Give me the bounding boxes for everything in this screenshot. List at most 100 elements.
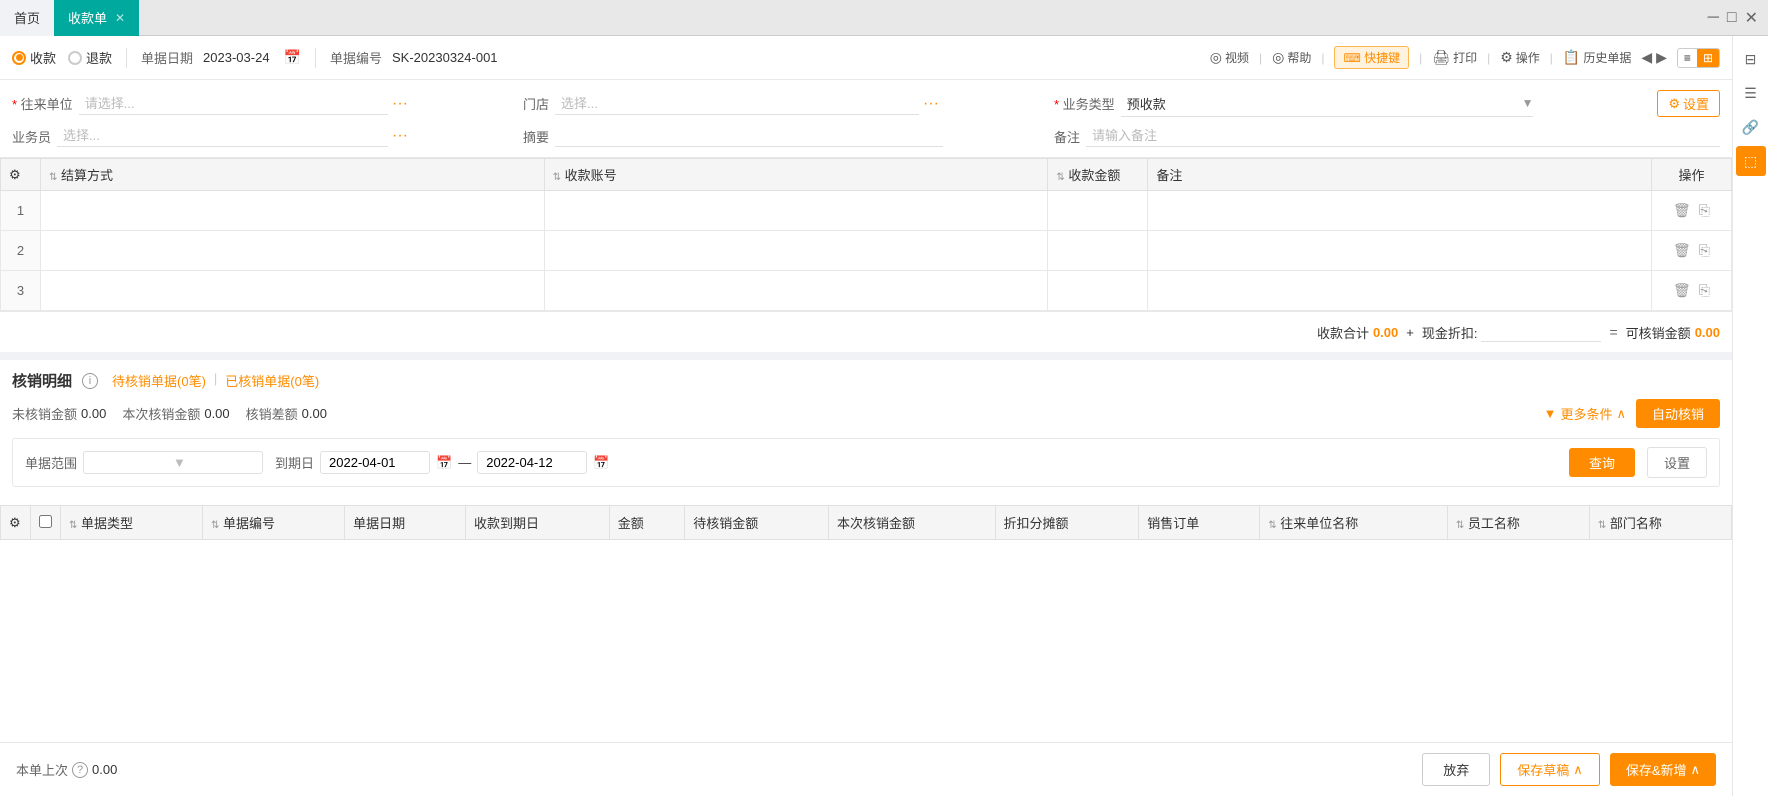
minimize-icon[interactable]: ─ <box>1708 9 1719 27</box>
scope-select[interactable]: ▼ <box>83 451 263 474</box>
auto-verify-btn[interactable]: 自动核销 <box>1636 399 1720 428</box>
nav-arrows: ◀ ▶ <box>1641 49 1667 66</box>
history-btn[interactable]: 📋 历史单据 <box>1563 49 1631 66</box>
help-btn[interactable]: ◎ 帮助 <box>1272 49 1311 66</box>
salesperson-input[interactable] <box>57 125 388 147</box>
filter-settings-btn[interactable]: 设置 <box>1647 447 1707 478</box>
calendar-icon[interactable]: 📅 <box>284 49 301 66</box>
date-from-input[interactable] <box>320 451 430 474</box>
tab-close-icon[interactable]: ✕ <box>115 11 125 25</box>
row-3-action: 🗑 ⎘ <box>1652 271 1732 311</box>
draft-btn[interactable]: 保存草稿 ∧ <box>1500 753 1600 786</box>
row-2-remark[interactable] <box>1148 231 1652 271</box>
settings-button[interactable]: ⚙ 设置 <box>1657 90 1720 117</box>
col-account-no: ⇅ 收款账号 <box>544 159 1048 191</box>
bill-no-label: 单据编号 <box>330 48 382 67</box>
row-2-delete-icon[interactable]: 🗑 <box>1673 242 1691 259</box>
business-type-select[interactable]: 预收款 ▼ <box>1121 91 1534 117</box>
current-label: 本次核销金额 <box>122 404 200 423</box>
row-3-amount[interactable] <box>1048 271 1148 311</box>
help-icon: ◎ <box>1272 49 1284 66</box>
tab-done[interactable]: 已核销单据(0笔) <box>221 371 323 390</box>
row-1-copy-icon[interactable]: ⎘ <box>1699 202 1710 219</box>
remark-input[interactable] <box>1086 125 1720 147</box>
bottom-bar: 本单上次 ? 0.00 放弃 保存草稿 ∧ 保存&新增 ∧ <box>0 742 1732 796</box>
store-label: 门店 <box>523 94 549 113</box>
close-icon[interactable]: ✕ <box>1745 8 1758 28</box>
tab-receipt[interactable]: 收款单 ✕ <box>54 0 139 36</box>
settings-gear-icon: ⚙ <box>1668 96 1680 112</box>
date-value: 2023-03-24 <box>203 50 270 65</box>
radio-receipt[interactable]: 收款 <box>12 48 56 67</box>
business-type-chevron[interactable]: ▼ <box>1522 96 1534 110</box>
row-1-account[interactable] <box>544 191 1048 231</box>
tab-home-label: 首页 <box>14 8 40 27</box>
tab-pending[interactable]: 待核销单据(0笔) <box>108 371 210 390</box>
calendar-to-icon[interactable]: 📅 <box>593 455 609 471</box>
col-payment-method: ⇅ 结算方式 <box>41 159 545 191</box>
sidebar-grid-icon[interactable]: ⊟ <box>1736 44 1766 74</box>
shortcuts-btn[interactable]: ⌨ 快捷键 <box>1334 46 1409 69</box>
view-grid-icon[interactable]: ⊞ <box>1697 49 1719 67</box>
row-1-icons: 🗑 ⎘ <box>1660 202 1723 219</box>
bottom-col-settings[interactable]: ⚙ <box>1 506 31 540</box>
more-filter-btn[interactable]: ▼ 更多条件 ∧ <box>1544 404 1626 423</box>
video-btn[interactable]: ◎ 视频 <box>1210 49 1249 66</box>
nav-next[interactable]: ▶ <box>1656 49 1667 66</box>
table-settings-col[interactable]: ⚙ <box>1 159 41 191</box>
print-btn[interactable]: 🖨 打印 <box>1432 49 1477 66</box>
radio-refund[interactable]: 退款 <box>68 48 112 67</box>
tab-home[interactable]: 首页 <box>0 0 54 36</box>
row-1-remark[interactable] <box>1148 191 1652 231</box>
row-3-account[interactable] <box>544 271 1048 311</box>
row-1-payment[interactable] <box>41 191 545 231</box>
scope-chevron[interactable]: ▼ <box>173 455 254 470</box>
row-1-delete-icon[interactable]: 🗑 <box>1673 202 1691 219</box>
bottom-col-bill-date: 单据日期 <box>345 506 466 540</box>
maximize-icon[interactable]: □ <box>1727 9 1737 27</box>
view-list-icon[interactable]: ≡ <box>1678 49 1697 67</box>
select-all-checkbox[interactable] <box>39 515 52 528</box>
sidebar-table-icon[interactable]: ☰ <box>1736 78 1766 108</box>
salesperson-field: 业务员 ··· <box>12 125 412 147</box>
counterpart-input[interactable] <box>79 93 388 115</box>
store-select[interactable] <box>555 93 919 115</box>
row-3-remark[interactable] <box>1148 271 1652 311</box>
store-more-btn[interactable]: ··· <box>919 95 943 113</box>
row-2-copy-icon[interactable]: ⎘ <box>1699 242 1710 259</box>
verify-info-icon[interactable]: i <box>82 373 98 389</box>
bill-no-value: SK-20230324-001 <box>392 50 498 65</box>
discount-input[interactable] <box>1481 322 1601 342</box>
row-2-account[interactable] <box>544 231 1048 271</box>
store-field: 门店 ··· <box>523 93 943 115</box>
row-1-amount[interactable] <box>1048 191 1148 231</box>
store-input[interactable] <box>555 93 919 114</box>
salesperson-more-btn[interactable]: ··· <box>388 127 412 145</box>
date-to-input[interactable] <box>477 451 587 474</box>
summary-input[interactable] <box>555 125 943 147</box>
query-btn[interactable]: 查询 <box>1569 448 1635 477</box>
save-new-btn[interactable]: 保存&新增 ∧ <box>1610 753 1716 786</box>
calendar-from-icon[interactable]: 📅 <box>436 455 452 471</box>
nav-prev[interactable]: ◀ <box>1641 49 1652 66</box>
bottom-stat-info-icon[interactable]: ? <box>72 762 88 778</box>
operations-icon: ⚙ <box>1500 49 1513 66</box>
abandon-btn[interactable]: 放弃 <box>1422 753 1490 786</box>
row-3-num: 3 <box>1 271 41 311</box>
main-table: ⚙ ⇅ 结算方式 ⇅ 收款账号 ⇅ 收款金额 <box>0 158 1732 311</box>
bottom-col-amount: 金额 <box>609 506 684 540</box>
counterpart-more-btn[interactable]: ··· <box>388 95 412 113</box>
row-2-payment[interactable] <box>41 231 545 271</box>
row-2-amount[interactable] <box>1048 231 1148 271</box>
sidebar-scan-icon[interactable]: ⬚ <box>1736 146 1766 176</box>
stat-unverified: 未核销金额 0.00 <box>12 404 106 423</box>
tab-separator: | <box>210 371 221 390</box>
business-type-label: 业务类型 <box>1054 94 1115 113</box>
row-3-delete-icon[interactable]: 🗑 <box>1673 282 1691 299</box>
current-value: 0.00 <box>204 406 229 421</box>
sidebar-link-icon[interactable]: 🔗 <box>1736 112 1766 142</box>
row-3-payment[interactable] <box>41 271 545 311</box>
operations-btn[interactable]: ⚙ 操作 <box>1500 49 1540 66</box>
table-row: 1 🗑 ⎘ <box>1 191 1732 231</box>
row-3-copy-icon[interactable]: ⎘ <box>1699 282 1710 299</box>
